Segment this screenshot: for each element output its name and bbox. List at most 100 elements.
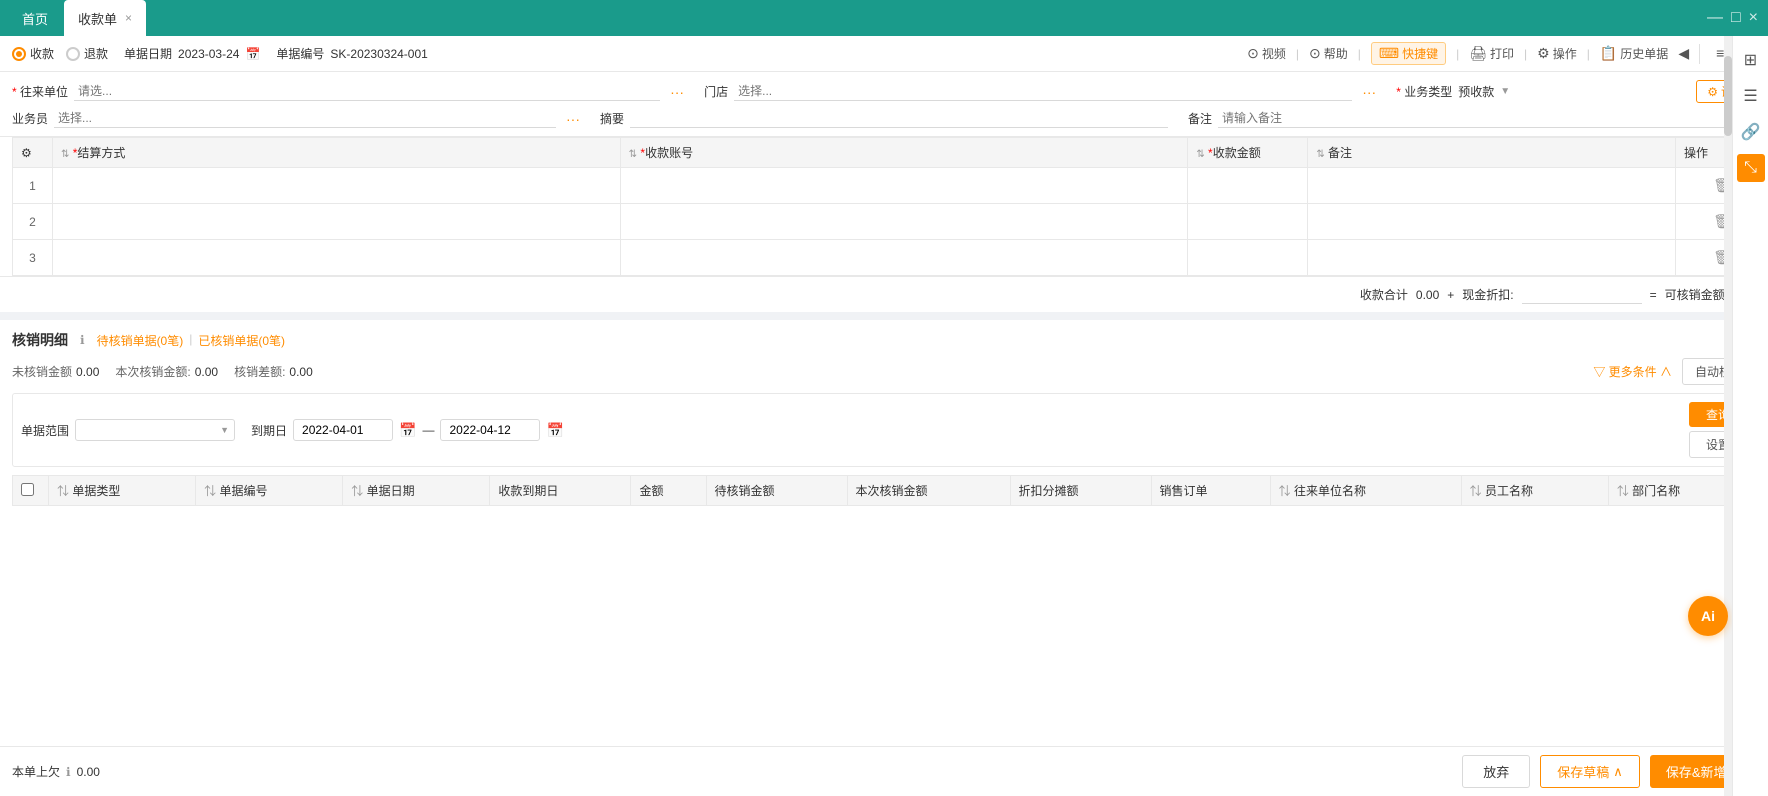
maximize-icon[interactable]: □ — [1731, 9, 1741, 27]
shop-dots-btn[interactable]: ··· — [1362, 84, 1376, 100]
remark-label: 备注 — [1188, 110, 1212, 127]
more-conditions-btn[interactable]: ▽ 更多条件 ∧ — [1593, 363, 1672, 380]
payment-type-radio: 收款 退款 — [12, 45, 108, 62]
col-remark: ⇅ 备注 — [1308, 138, 1676, 168]
staff-dots-btn[interactable]: ··· — [566, 111, 580, 127]
table-row: 3 🗑 ⧉ — [13, 240, 1756, 276]
row-num-3: 3 — [13, 240, 53, 276]
verify-col-bill-no: ⇅ 单据编号 — [196, 476, 343, 506]
verify-col-staff: ⇅ 员工名称 — [1461, 476, 1608, 506]
staff-input[interactable] — [54, 109, 556, 128]
sidebar-list-icon[interactable]: ☰ — [1737, 82, 1765, 110]
shortcut-action[interactable]: ⌨ 快捷键 — [1371, 42, 1446, 65]
row1-remark[interactable] — [1308, 168, 1676, 204]
counterpart-dots-btn[interactable]: ··· — [670, 84, 684, 100]
bill-no-value: SK-20230324-001 — [330, 47, 427, 61]
collection-tab[interactable]: 收款单 × — [64, 0, 146, 36]
refund-radio[interactable]: 退款 — [66, 45, 108, 62]
summary-row: 收款合计 0.00 + 现金折扣: = 可核销金额 0.00 — [0, 276, 1768, 312]
sidebar-expand-icon[interactable]: ⤡ — [1737, 154, 1765, 182]
summary-discount-label: 现金折扣: — [1462, 286, 1513, 303]
bottom-info-icon[interactable]: ℹ — [66, 765, 71, 779]
counterpart-label: * 往来单位 — [12, 83, 68, 100]
bill-range-field: 单据范围 — [21, 419, 235, 441]
bill-range-select-wrapper — [75, 419, 235, 441]
bottom-bar: 本单上欠 ℹ 0.00 放弃 保存草稿 ∧ 保存&新增 ∧ — [0, 746, 1768, 796]
operation-action[interactable]: ⚙ 操作 — [1537, 45, 1577, 62]
summary-discount-input[interactable] — [1522, 285, 1642, 304]
table-row: 1 🗑 ⧉ — [13, 168, 1756, 204]
shop-input[interactable] — [734, 82, 1352, 101]
counterpart-field: * 往来单位 ··· — [12, 82, 684, 101]
home-tab[interactable]: 首页 — [10, 9, 60, 28]
sidebar-attachment-icon[interactable]: 🔗 — [1737, 118, 1765, 146]
video-label: 视频 — [1262, 45, 1286, 62]
bill-date-calendar-icon[interactable]: 📅 — [245, 47, 260, 61]
table-row: 2 🗑 ⧉ — [13, 204, 1756, 240]
row1-account[interactable] — [620, 168, 1188, 204]
select-all-checkbox[interactable] — [21, 483, 34, 496]
minimize-icon[interactable]: — — [1707, 9, 1723, 27]
summary-total-value: 0.00 — [1416, 288, 1439, 302]
scroll-track[interactable] — [1724, 36, 1732, 796]
save-draft-button[interactable]: 保存草稿 ∧ — [1540, 755, 1640, 788]
business-type-chevron[interactable]: ▼ — [1500, 86, 1510, 97]
verify-info-icon[interactable]: ℹ — [80, 333, 85, 347]
form-section: * 往来单位 ··· 门店 ··· * 业务类型 预收款 ▼ ⚙ 设置 — [0, 72, 1768, 137]
staff-field: 业务员 ··· — [12, 109, 580, 128]
row2-settle[interactable] — [53, 204, 621, 240]
stat-diff-label: 核销差额: — [234, 363, 285, 380]
bottom-buttons: 放弃 保存草稿 ∧ 保存&新增 ∧ — [1462, 755, 1756, 788]
verify-col-pending: 待核销金额 — [706, 476, 847, 506]
prev-arrow[interactable]: ◀ — [1678, 45, 1689, 62]
print-icon: 🖨 — [1469, 45, 1487, 62]
counterpart-input[interactable] — [74, 82, 660, 101]
row2-account[interactable] — [620, 204, 1188, 240]
sidebar-table-icon[interactable]: ⊞ — [1737, 46, 1765, 74]
row2-amount[interactable] — [1188, 204, 1308, 240]
due-date-end-input[interactable] — [440, 419, 540, 441]
due-date-start-calendar-icon[interactable]: 📅 — [399, 422, 416, 439]
verify-col-check[interactable] — [13, 476, 49, 506]
history-label: 历史单据 — [1620, 45, 1668, 62]
row3-remark[interactable] — [1308, 240, 1676, 276]
row1-amount[interactable] — [1188, 168, 1308, 204]
scroll-thumb[interactable] — [1724, 56, 1732, 136]
row1-settle[interactable] — [53, 168, 621, 204]
top-nav: 首页 收款单 × — □ × — [0, 0, 1768, 36]
help-action[interactable]: ⊙ 帮助 — [1309, 45, 1348, 62]
done-tab[interactable]: 已核销单据(0笔) — [198, 332, 285, 349]
summary-input[interactable] — [630, 109, 1168, 128]
close-tab-icon[interactable]: × — [125, 11, 132, 25]
bill-date-field: 单据日期 2023-03-24 📅 — [124, 45, 260, 62]
close-icon[interactable]: × — [1749, 9, 1758, 27]
shortcut-label: 快捷键 — [1402, 45, 1438, 62]
history-action[interactable]: 📋 历史单据 — [1600, 45, 1668, 62]
summary-total-label: 收款合计 — [1360, 286, 1408, 303]
print-action[interactable]: 🖨 打印 — [1469, 45, 1514, 62]
save-draft-label: 保存草稿 — [1557, 762, 1609, 781]
ai-badge[interactable]: Ai — [1688, 596, 1728, 636]
stat-unpaid-label: 未核销金额 — [12, 363, 72, 380]
row3-account[interactable] — [620, 240, 1188, 276]
row3-settle[interactable] — [53, 240, 621, 276]
current-owe-value: 0.00 — [77, 765, 100, 779]
due-date-end-calendar-icon[interactable]: 📅 — [546, 422, 563, 439]
summary-label: 摘要 — [600, 110, 624, 127]
right-sidebar: ⊞ ☰ 🔗 ⤡ — [1732, 36, 1768, 796]
row2-remark[interactable] — [1308, 204, 1676, 240]
pending-tab[interactable]: 待核销单据(0笔) — [97, 332, 184, 349]
operation-label: 操作 — [1553, 45, 1577, 62]
main-table-section: ⚙ ⇅ *结算方式 ⇅ *收款账号 ⇅ *收款金额 ⇅ 备注 操作 1 — [0, 137, 1768, 276]
col-settings[interactable]: ⚙ — [13, 138, 53, 168]
video-action[interactable]: ⊙ 视频 — [1247, 45, 1286, 62]
tab-label: 收款单 — [78, 9, 117, 28]
receive-radio[interactable]: 收款 — [12, 45, 54, 62]
business-type-field: * 业务类型 预收款 ▼ — [1396, 83, 1696, 100]
row3-amount[interactable] — [1188, 240, 1308, 276]
bill-range-select[interactable] — [75, 419, 235, 441]
nav-arrows: ◀ — [1678, 45, 1689, 62]
abandon-button[interactable]: 放弃 — [1462, 755, 1530, 788]
remark-input[interactable] — [1218, 109, 1756, 128]
due-date-start-input[interactable] — [293, 419, 393, 441]
